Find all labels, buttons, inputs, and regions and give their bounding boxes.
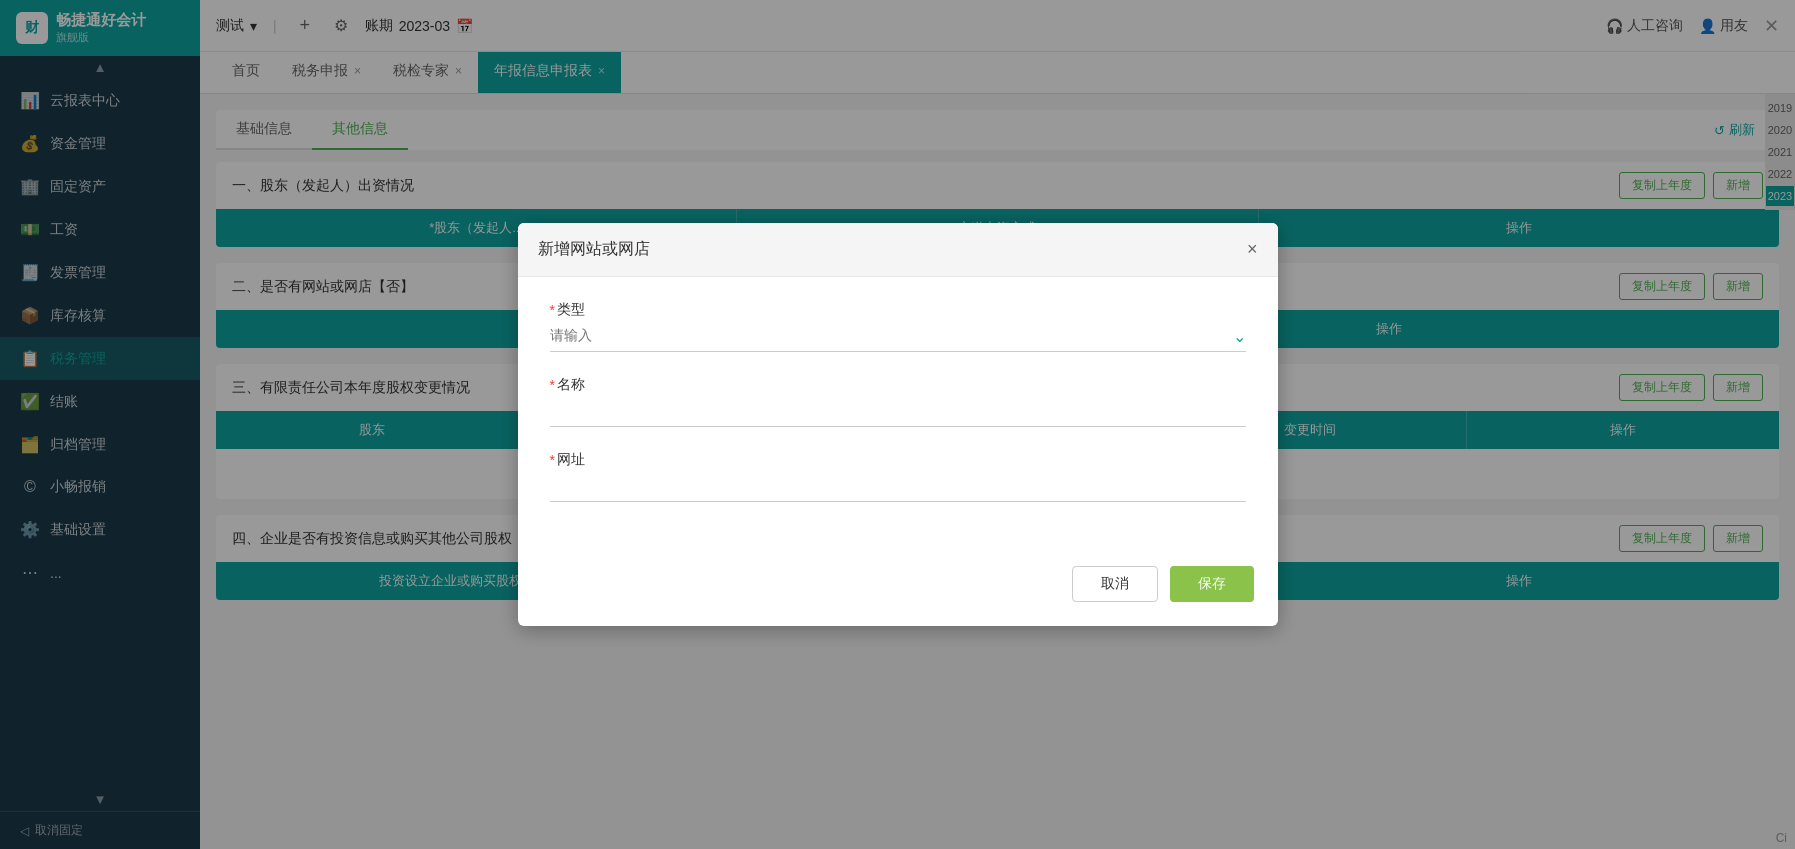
save-button[interactable]: 保存 [1170,566,1254,602]
form-field-url: *网址 [550,451,1246,502]
form-label-url: *网址 [550,451,1246,469]
modal-header: 新增网站或网店 × [518,223,1278,277]
modal-close-button[interactable]: × [1247,239,1258,260]
required-star-name: * [550,377,555,393]
modal-footer: 取消 保存 [518,550,1278,626]
select-wrapper-type: ⌄ [550,319,1246,352]
text-input-url[interactable] [550,469,1246,502]
form-label-type: *类型 [550,301,1246,319]
select-input-type[interactable] [550,319,1246,352]
modal-dialog: 新增网站或网店 × *类型 ⌄ *名称 *网址 取消 保存 [518,223,1278,626]
form-field-type: *类型 ⌄ [550,301,1246,352]
required-star-url: * [550,452,555,468]
modal-body: *类型 ⌄ *名称 *网址 [518,277,1278,550]
modal-title: 新增网站或网店 [538,239,650,260]
form-field-name: *名称 [550,376,1246,427]
cancel-button[interactable]: 取消 [1072,566,1158,602]
required-star-type: * [550,302,555,318]
modal-overlay[interactable]: 新增网站或网店 × *类型 ⌄ *名称 *网址 取消 保存 [0,0,1795,849]
form-label-name: *名称 [550,376,1246,394]
text-input-name[interactable] [550,394,1246,427]
